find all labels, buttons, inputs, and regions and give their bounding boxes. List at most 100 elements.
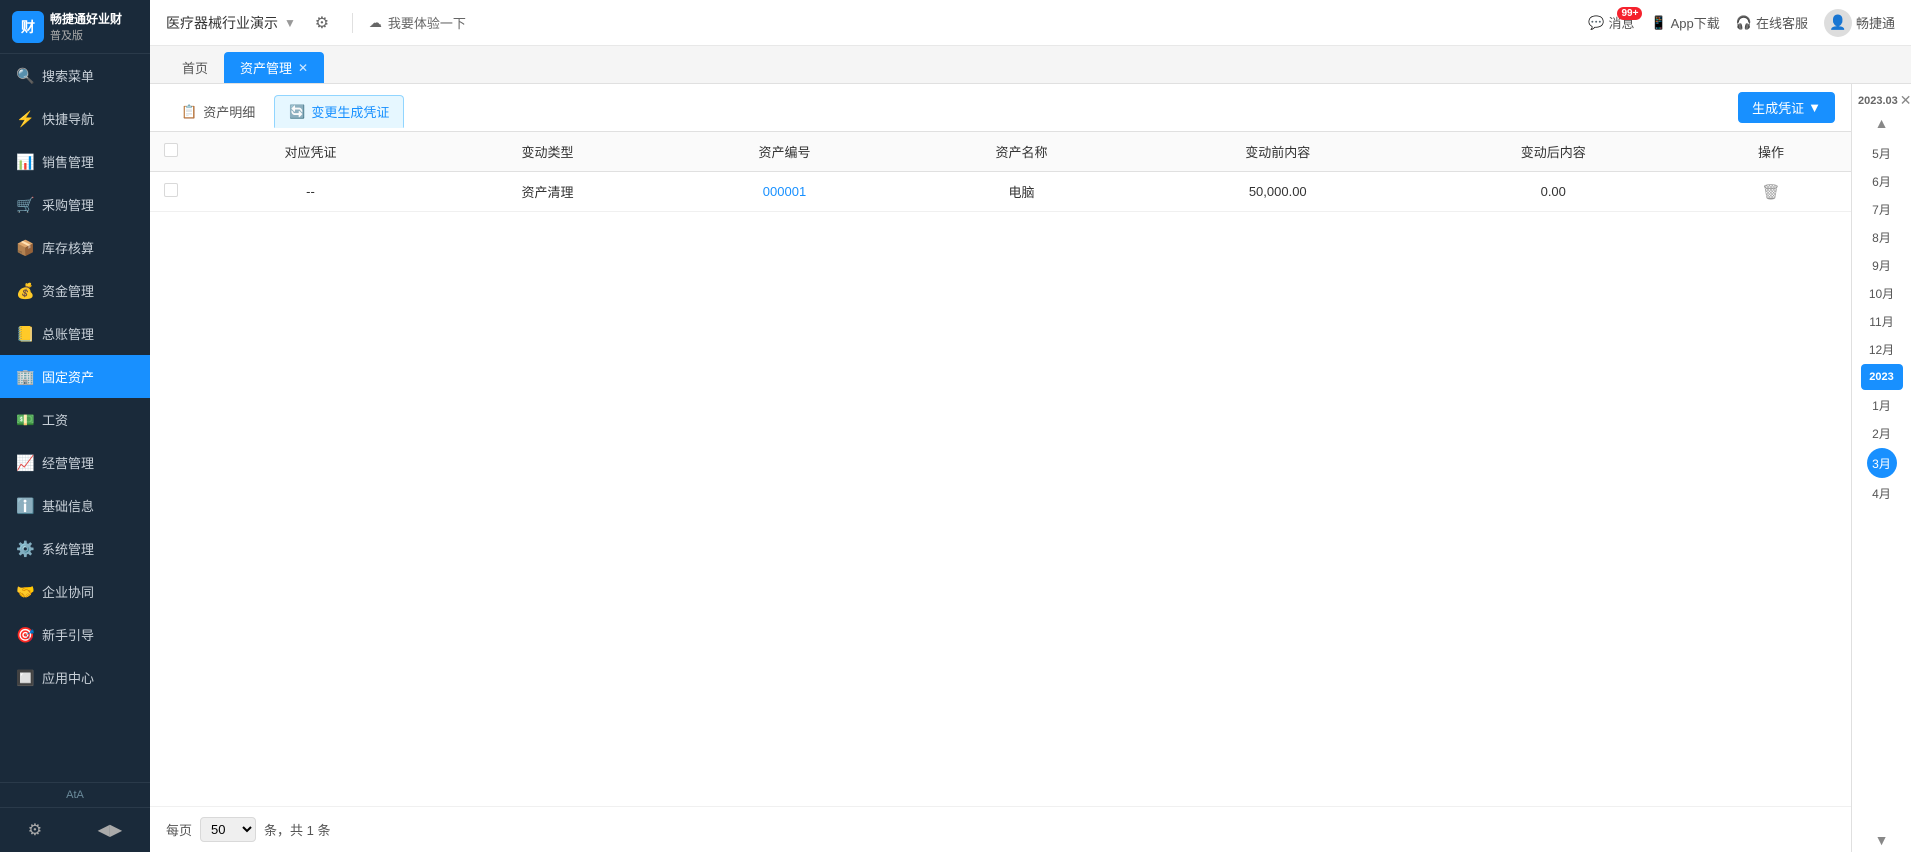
selected-month-item[interactable]: 3月 (1867, 448, 1897, 478)
row-checkbox[interactable] (164, 183, 178, 197)
sidebar-item-sales[interactable]: 📊 销售管理 (0, 140, 150, 183)
logo-text-block: 畅捷通好业财 普及版 (50, 10, 122, 43)
sidebar-item-purchase[interactable]: 🛒 采购管理 (0, 183, 150, 226)
generate-voucher-label: 生成凭证 (1752, 98, 1804, 117)
table-body: -- 资产清理 000001 电脑 50,000.00 0.00 🗑 (150, 172, 1851, 212)
tabbar: 首页 资产管理 ✕ (150, 46, 1911, 84)
sidebar-item-payroll[interactable]: 💵 工资 (0, 398, 150, 441)
sidebar-item-label-basic-info: 基础信息 (42, 496, 94, 515)
month-scroll-up-btn[interactable]: ▲ (1870, 111, 1894, 135)
sidebar-bottom: ⚙ ◀▶ (0, 807, 150, 852)
pagination-bar: 每页 102050100 条，共 1 条 (150, 806, 1851, 852)
row-before: 50,000.00 (1140, 172, 1416, 212)
funds-icon: 💰 (16, 282, 34, 300)
main-panel: 📋 资产明细 🔄 变更生成凭证 生成凭证 ▼ (150, 84, 1851, 852)
tab-home[interactable]: 首页 (166, 52, 224, 83)
ata-area: AtA (0, 782, 150, 807)
month-item[interactable]: 2月 (1861, 420, 1903, 446)
month-item[interactable]: 4月 (1861, 480, 1903, 506)
right-panel-month-picker: 2023.03 ✕ ⛶ ▲ 5月6月7月8月9月10月11月12月20231月2… (1851, 84, 1911, 852)
select-all-checkbox[interactable] (164, 143, 178, 157)
user-name: 畅捷通 (1856, 13, 1895, 32)
search-icon: 🔍 (16, 67, 34, 85)
generate-voucher-chevron-icon: ▼ (1808, 100, 1821, 115)
settings-icon[interactable]: ⚙ (20, 816, 50, 844)
experience-icon: ☁ (369, 15, 382, 31)
app-download-icon: 📱 (1650, 15, 1666, 31)
app-download-label: App下载 (1671, 13, 1720, 32)
logo-icon: 财 (12, 11, 44, 43)
delete-row-btn[interactable]: 🗑 (1761, 184, 1780, 201)
user-avatar-area[interactable]: 👤 畅捷通 (1824, 9, 1895, 37)
sidebar-item-inventory[interactable]: 📦 库存核算 (0, 226, 150, 269)
tab-asset-management[interactable]: 资产管理 ✕ (224, 52, 324, 83)
sidebar-item-management[interactable]: 📈 经营管理 (0, 441, 150, 484)
company-chevron-icon: ▼ (284, 16, 296, 30)
settings-gear-icon[interactable]: ⚙ (308, 9, 336, 37)
tab-home-label: 首页 (182, 58, 208, 77)
per-page-select[interactable]: 102050100 (200, 817, 256, 842)
logo-sub-text: 普及版 (50, 27, 122, 43)
app-center-icon: 🔲 (16, 669, 34, 687)
cooperation-icon: 🤝 (16, 583, 34, 601)
app-download-button[interactable]: 📱 App下载 (1650, 13, 1719, 32)
sidebar-item-basic-info[interactable]: ℹ️ 基础信息 (0, 484, 150, 527)
month-item[interactable]: 12月 (1861, 336, 1903, 362)
sidebar-menu: 🔍 搜索菜单 ⚡ 快捷导航 📊 销售管理 🛒 采购管理 📦 库存核算 💰 资金管… (0, 54, 150, 699)
sidebar-item-ledger[interactable]: 📒 总账管理 (0, 312, 150, 355)
message-button[interactable]: 💬 消息 99+ (1588, 13, 1634, 32)
row-asset-code: 000001 (666, 172, 903, 212)
row-asset-name: 电脑 (903, 172, 1140, 212)
generate-voucher-button[interactable]: 生成凭证 ▼ (1738, 92, 1835, 123)
month-item[interactable]: 10月 (1861, 280, 1903, 306)
per-page-label: 每页 (166, 820, 192, 839)
month-item[interactable]: 7月 (1861, 196, 1903, 222)
sidebar-item-label-purchase: 采购管理 (42, 195, 94, 214)
experience-button[interactable]: ☁ 我要体验一下 (369, 13, 466, 32)
company-name: 医疗器械行业演示 (166, 13, 278, 33)
col-header-before: 变动前内容 (1140, 132, 1416, 172)
sidebar-item-quick-nav[interactable]: ⚡ 快捷导航 (0, 97, 150, 140)
month-scroll-down-btn[interactable]: ▼ (1870, 828, 1894, 852)
month-item[interactable]: 9月 (1861, 252, 1903, 278)
sidebar-logo: 财 畅捷通好业财 普及版 (0, 0, 150, 54)
col-header-voucher: 对应凭证 (192, 132, 429, 172)
inventory-icon: 📦 (16, 239, 34, 257)
tab-asset-label: 资产管理 (240, 58, 292, 77)
sidebar-item-guide[interactable]: 🎯 新手引导 (0, 613, 150, 656)
sales-icon: 📊 (16, 153, 34, 171)
main-area: 医疗器械行业演示 ▼ ⚙ ☁ 我要体验一下 💬 消息 99+ 📱 App下载 🎧… (150, 0, 1911, 852)
sub-tab-asset-detail[interactable]: 📋 资产明细 (166, 95, 270, 128)
sidebar-item-app-center[interactable]: 🔲 应用中心 (0, 656, 150, 699)
right-panel-close-icon[interactable]: ✕ (1898, 90, 1911, 111)
sub-tab-change-voucher[interactable]: 🔄 变更生成凭证 (274, 95, 404, 128)
topbar-right: 💬 消息 99+ 📱 App下载 🎧 在线客服 👤 畅捷通 (1588, 9, 1895, 37)
online-service-button[interactable]: 🎧 在线客服 (1736, 13, 1808, 32)
sidebar-item-cooperation[interactable]: 🤝 企业协同 (0, 570, 150, 613)
month-item[interactable]: 1月 (1861, 392, 1903, 418)
month-item[interactable]: 11月 (1861, 308, 1903, 334)
sidebar-item-system[interactable]: ⚙️ 系统管理 (0, 527, 150, 570)
sidebar-item-fixed-assets[interactable]: 🏢 固定资产 (0, 355, 150, 398)
sidebar-item-funds[interactable]: 💰 资金管理 (0, 269, 150, 312)
avatar: 👤 (1824, 9, 1852, 37)
sub-tabs-bar: 📋 资产明细 🔄 变更生成凭证 生成凭证 ▼ (150, 84, 1851, 132)
collapse-icon[interactable]: ◀▶ (90, 816, 131, 844)
month-item[interactable]: 6月 (1861, 168, 1903, 194)
basic-info-icon: ℹ️ (16, 497, 34, 515)
sidebar-item-label-search: 搜索菜单 (42, 66, 94, 85)
topbar-divider (352, 13, 353, 33)
asset-detail-label: 资产明细 (203, 102, 255, 121)
company-selector[interactable]: 医疗器械行业演示 ▼ (166, 13, 296, 33)
row-action: 🗑 (1691, 172, 1851, 212)
month-item[interactable]: 5月 (1861, 140, 1903, 166)
sidebar-item-search[interactable]: 🔍 搜索菜单 (0, 54, 150, 97)
online-service-label: 在线客服 (1756, 13, 1808, 32)
row-after: 0.00 (1416, 172, 1692, 212)
logo-main-text: 畅捷通好业财 (50, 10, 122, 27)
sidebar: 财 畅捷通好业财 普及版 🔍 搜索菜单 ⚡ 快捷导航 📊 销售管理 🛒 采购管理… (0, 0, 150, 852)
tab-close-icon[interactable]: ✕ (298, 61, 308, 75)
online-service-icon: 🎧 (1736, 15, 1752, 31)
month-item[interactable]: 8月 (1861, 224, 1903, 250)
month-list: 5月6月7月8月9月10月11月12月20231月2月3月4月 (1852, 135, 1911, 828)
